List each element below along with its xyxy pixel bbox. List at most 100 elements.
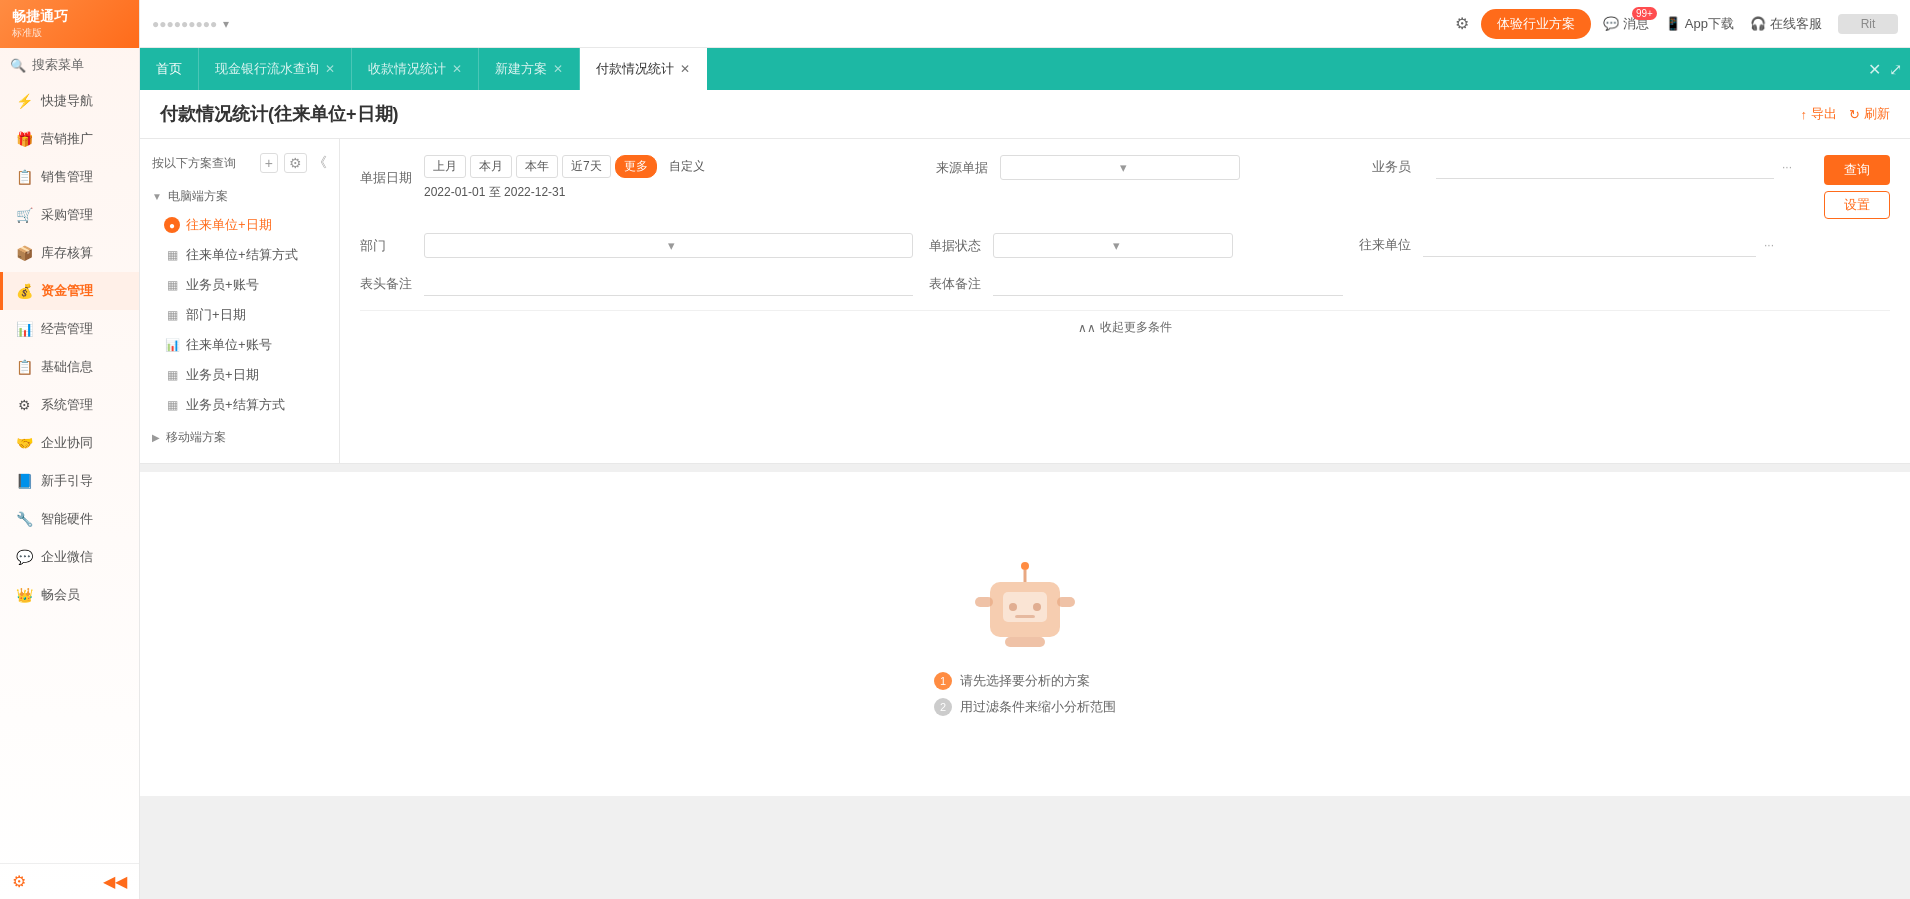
message-btn[interactable]: 💬 消息 99+ — [1603, 15, 1649, 33]
sidebar-item-marketing[interactable]: 🎁 营销推广 — [0, 120, 139, 158]
tip-num-2: 2 — [934, 698, 952, 716]
sidebar-footer: ⚙ ◀◀ — [0, 863, 139, 899]
app-download-btn[interactable]: 📱 App下载 — [1665, 15, 1734, 33]
service-btn[interactable]: 🎧 在线客服 — [1750, 15, 1822, 33]
date-btn-this-month[interactable]: 本月 — [470, 155, 512, 178]
scheme-item-staff-date[interactable]: ▦ 业务员+日期 — [140, 360, 339, 390]
scheme-item-unit-settle[interactable]: ▦ 往来单位+结算方式 — [140, 240, 339, 270]
staff-date-icon: ▦ — [164, 367, 180, 383]
date-btn-custom[interactable]: 自定义 — [661, 156, 713, 177]
filter-action-btns: 查询 设置 — [1824, 155, 1890, 219]
svg-rect-5 — [1005, 637, 1045, 647]
date-btn-more[interactable]: 更多 — [615, 155, 657, 178]
date-btn-group: 上月 本月 本年 近7天 更多 自定义 — [424, 155, 713, 178]
svg-point-7 — [1021, 562, 1029, 570]
scheme-content: 按以下方案查询 + ⚙ 《 ▼ 电脑端方案 ● 往来单位+日期 — [140, 139, 1910, 464]
sidebar-item-member[interactable]: 👑 畅会员 — [0, 576, 139, 614]
scheme-item-staff-account[interactable]: ▦ 业务员+账号 — [140, 270, 339, 300]
empty-tips: 1 请先选择要分析的方案 2 用过滤条件来缩小分析范围 — [934, 672, 1116, 716]
unit-more-icon[interactable]: ··· — [1764, 238, 1774, 252]
sidebar-search[interactable]: 🔍 搜索菜单 — [0, 48, 139, 82]
sidebar-item-inventory[interactable]: 📦 库存核算 — [0, 234, 139, 272]
sidebar-item-system[interactable]: ⚙ 系统管理 — [0, 386, 139, 424]
sidebar-item-coop[interactable]: 🤝 企业协同 — [0, 424, 139, 462]
date-btn-last-month[interactable]: 上月 — [424, 155, 466, 178]
empty-illustration — [965, 552, 1085, 652]
settings-scheme-btn[interactable]: ⚙ — [284, 153, 307, 173]
tab-home[interactable]: 首页 — [140, 48, 199, 90]
dept-select[interactable]: ▾ — [424, 233, 913, 258]
scheme-item-unit-account[interactable]: 📊 往来单位+账号 — [140, 330, 339, 360]
staff-more-icon[interactable]: ··· — [1782, 160, 1792, 174]
basic-icon: 📋 — [15, 358, 33, 376]
app-icon: 📱 — [1665, 16, 1681, 31]
dept-date-icon: ▦ — [164, 307, 180, 323]
status-select[interactable]: ▾ — [993, 233, 1233, 258]
empty-tip-1: 1 请先选择要分析的方案 — [934, 672, 1116, 690]
scheme-panel: 按以下方案查询 + ⚙ 《 ▼ 电脑端方案 ● 往来单位+日期 — [140, 139, 340, 463]
date-btn-7days[interactable]: 近7天 — [562, 155, 611, 178]
coop-icon: 🤝 — [15, 434, 33, 452]
export-btn[interactable]: ↑ 导出 — [1801, 105, 1838, 123]
sidebar-item-guide[interactable]: 📘 新手引导 — [0, 462, 139, 500]
filter-source-item: 来源单据 ▾ — [936, 155, 1356, 180]
sidebar-item-purchase[interactable]: 🛒 采购管理 — [0, 196, 139, 234]
tab-receive-close[interactable]: ✕ — [452, 62, 462, 76]
arrow-right-icon: ▶ — [152, 432, 160, 443]
collapse-sidebar-icon[interactable]: ◀◀ — [103, 872, 127, 891]
close-tab-icon[interactable]: ✕ — [1868, 60, 1881, 79]
sidebar-item-operation[interactable]: 📊 经营管理 — [0, 310, 139, 348]
scheme-item-staff-settle[interactable]: ▦ 业务员+结算方式 — [140, 390, 339, 420]
unit-input[interactable] — [1423, 233, 1756, 257]
scheme-group-desktop-title[interactable]: ▼ 电脑端方案 — [140, 183, 339, 210]
date-btn-this-year[interactable]: 本年 — [516, 155, 558, 178]
tab-receive[interactable]: 收款情况统计 ✕ — [352, 48, 479, 90]
tab-cashflow[interactable]: 现金银行流水查询 ✕ — [199, 48, 352, 90]
tab-cashflow-close[interactable]: ✕ — [325, 62, 335, 76]
tab-payment[interactable]: 付款情况统计 ✕ — [580, 48, 707, 90]
topbar-settings-icon[interactable]: ⚙ — [1455, 14, 1469, 33]
sidebar-item-quick-nav[interactable]: ⚡ 快捷导航 — [0, 82, 139, 120]
sidebar-item-finance[interactable]: 💰 资金管理 — [0, 272, 139, 310]
refresh-btn[interactable]: ↻ 刷新 — [1849, 105, 1890, 123]
user-avatar[interactable]: Rit — [1838, 14, 1898, 34]
settings-footer-icon[interactable]: ⚙ — [12, 872, 26, 891]
service-icon: 🎧 — [1750, 16, 1766, 31]
scheme-item-unit-date[interactable]: ● 往来单位+日期 — [140, 210, 339, 240]
header-note-input[interactable] — [424, 272, 913, 296]
topbar-dropdown[interactable]: ▾ — [223, 17, 229, 31]
filter-row-3: 表头备注 表体备注 — [360, 272, 1890, 296]
collapse-filter-btn[interactable]: ∧∧ 收起更多条件 — [360, 310, 1890, 344]
collapse-arrow-icon: ∧∧ — [1078, 321, 1096, 335]
empty-tip-2: 2 用过滤条件来缩小分析范围 — [934, 698, 1116, 716]
sidebar: 畅捷通巧 标准版 🔍 搜索菜单 ⚡ 快捷导航 🎁 营销推广 📋 销售管理 🛒 采… — [0, 0, 140, 899]
staff-input[interactable] — [1436, 155, 1774, 179]
scheme-item-dept-date[interactable]: ▦ 部门+日期 — [140, 300, 339, 330]
sidebar-item-weixin[interactable]: 💬 企业微信 — [0, 538, 139, 576]
collapse-scheme-btn[interactable]: 《 — [313, 154, 327, 172]
tab-new-scheme[interactable]: 新建方案 ✕ — [479, 48, 580, 90]
query-btn[interactable]: 查询 — [1824, 155, 1890, 185]
source-select[interactable]: ▾ — [1000, 155, 1240, 180]
sidebar-item-basic[interactable]: 📋 基础信息 — [0, 348, 139, 386]
filter-dept-item: 部门 ▾ — [360, 233, 913, 258]
filter-staff-item: 业务员 ··· — [1372, 155, 1792, 179]
sidebar-item-hardware[interactable]: 🔧 智能硬件 — [0, 500, 139, 538]
add-scheme-btn[interactable]: + — [260, 153, 278, 173]
body-note-input[interactable] — [993, 272, 1344, 296]
tab-home-label: 首页 — [156, 60, 182, 78]
staff-account-icon: ▦ — [164, 277, 180, 293]
sidebar-header: 畅捷通巧 标准版 — [0, 0, 139, 48]
scheme-group-mobile-title[interactable]: ▶ 移动端方案 — [140, 424, 339, 451]
breadcrumb: ●●●●●●●●● ▾ — [152, 17, 1443, 31]
staff-settle-icon: ▦ — [164, 397, 180, 413]
topbar-right: 💬 消息 99+ 📱 App下载 🎧 在线客服 Rit — [1603, 14, 1898, 34]
tab-new-scheme-close[interactable]: ✕ — [553, 62, 563, 76]
logo-sub: 标准版 — [12, 26, 68, 40]
tab-payment-close[interactable]: ✕ — [680, 62, 690, 76]
trial-btn[interactable]: 体验行业方案 — [1481, 9, 1591, 39]
settings-btn[interactable]: 设置 — [1824, 191, 1890, 219]
svg-rect-9 — [1057, 597, 1075, 607]
expand-icon[interactable]: ⤢ — [1889, 60, 1902, 79]
sidebar-item-sales[interactable]: 📋 销售管理 — [0, 158, 139, 196]
